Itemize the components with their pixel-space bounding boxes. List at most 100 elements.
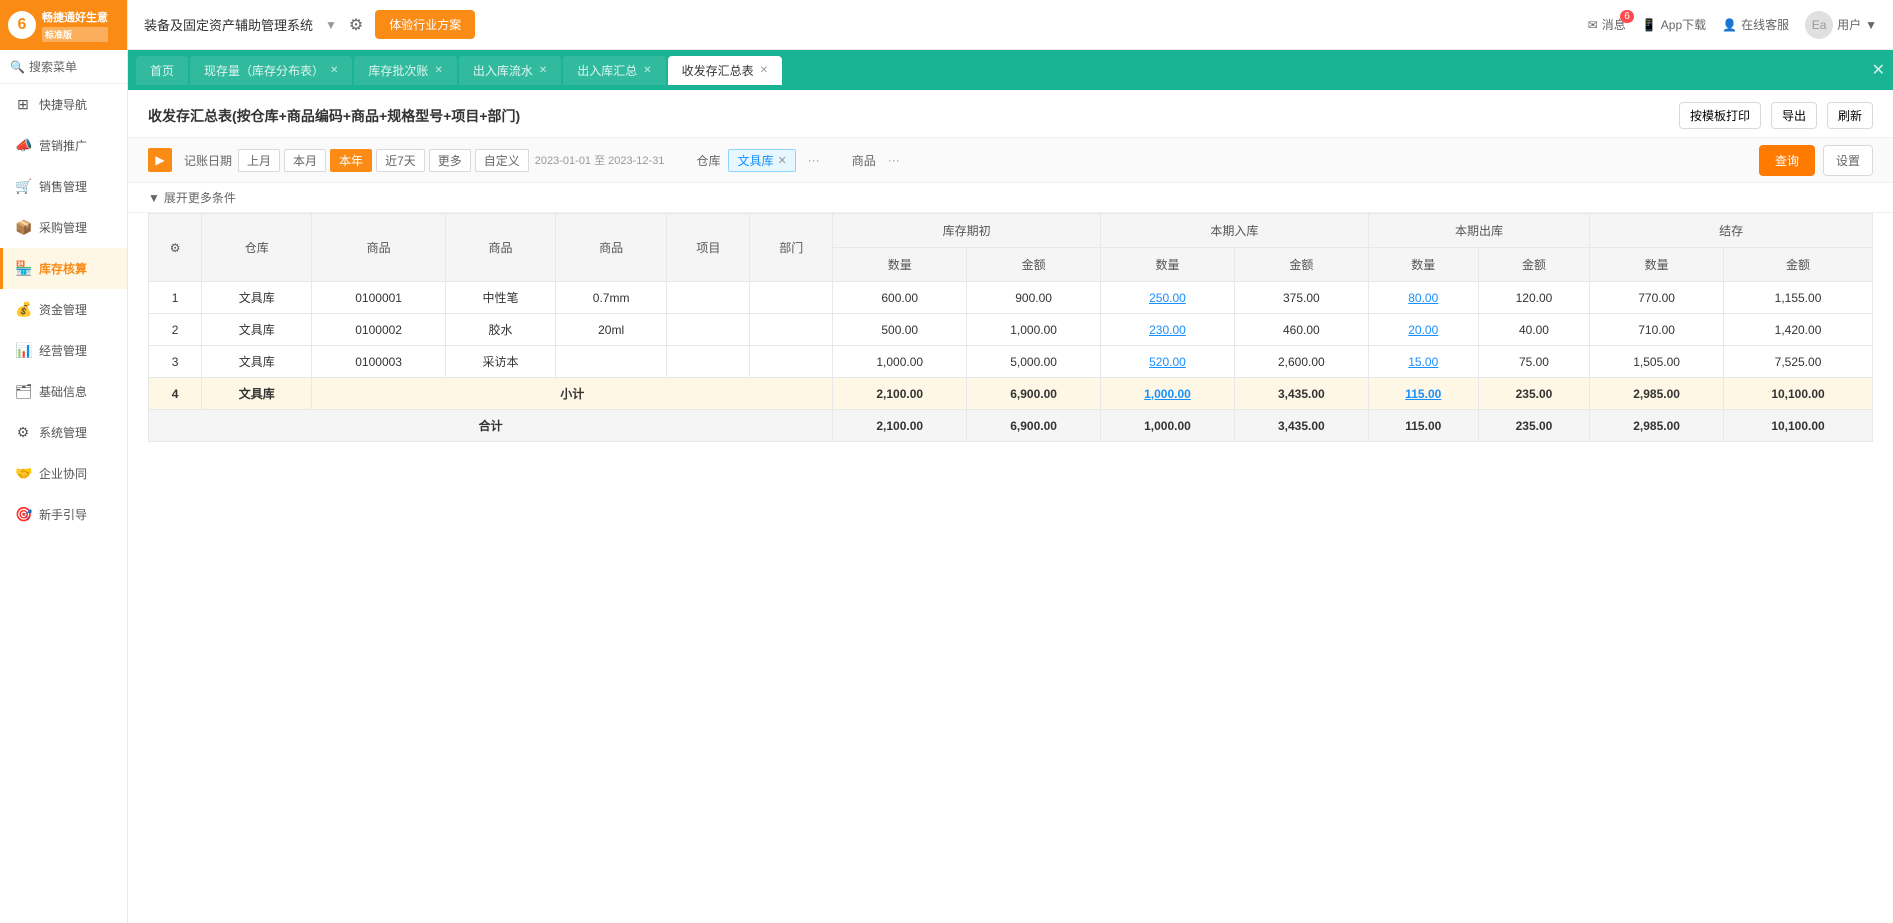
subtotal-in-qty-link[interactable]: 1,000.00 [1144,387,1191,401]
col-in-qty: 数量 [1101,248,1235,282]
col-warehouse: 仓库 [202,214,312,282]
row-bal-qty: 1,505.00 [1590,346,1724,378]
message-icon: ✉ [1588,18,1598,32]
print-button[interactable]: 按模板打印 [1679,102,1761,129]
date-btn-more[interactable]: 更多 [429,149,471,172]
online-service-button[interactable]: 👤 在线客服 [1722,16,1789,33]
date-range-display: 2023-01-01 至 2023-12-31 [535,152,665,168]
query-button[interactable]: 查询 [1759,145,1815,176]
subtotal-out-qty[interactable]: 115.00 [1368,378,1478,410]
date-btn-last-month[interactable]: 上月 [238,149,280,172]
sidebar-item-finance[interactable]: 💰 资金管理 [0,289,127,330]
date-btn-7days[interactable]: 近7天 [376,149,425,172]
warehouse-more-button[interactable]: ··· [804,153,824,167]
out-qty-link[interactable]: 80.00 [1408,291,1438,305]
tab-close-inout-summary[interactable]: ✕ [643,65,651,76]
filter-setting-button[interactable]: 设置 [1823,145,1873,176]
trial-button[interactable]: 体验行业方案 [375,10,475,39]
sidebar-item-marketing[interactable]: 📣 营销推广 [0,125,127,166]
sidebar-item-quick-nav[interactable]: ⊞ 快捷导航 [0,84,127,125]
sidebar-item-basic[interactable]: 🗂 基础信息 [0,371,127,412]
date-btn-this-year[interactable]: 本年 [330,149,372,172]
message-button[interactable]: ✉ 消息 6 [1588,16,1626,33]
service-icon: 👤 [1722,18,1737,32]
app-download-button[interactable]: 📱 App下载 [1642,16,1706,33]
goods-more-button[interactable]: ··· [884,153,904,167]
row-warehouse: 文具库 [202,346,312,378]
row-in-qty[interactable]: 250.00 [1101,282,1235,314]
date-btn-this-month[interactable]: 本月 [284,149,326,172]
tab-stock-dist[interactable]: 现存量（库存分布表） ✕ [190,56,352,85]
subtotal-out-qty-link[interactable]: 115.00 [1405,387,1441,401]
col-bal-amt: 金额 [1724,248,1873,282]
row-in-amt: 375.00 [1234,282,1368,314]
subtotal-in-qty[interactable]: 1,000.00 [1101,378,1235,410]
tab-inout-summary[interactable]: 出入库汇总 ✕ [563,56,665,85]
row-dept [750,346,833,378]
main-content: 装备及固定资产辅助管理系统 ▼ ⚙ 体验行业方案 ✉ 消息 6 📱 App下载 … [128,0,1893,923]
search-menu[interactable]: 🔍 搜索菜单 [0,50,127,84]
sidebar-item-sales[interactable]: 🛒 销售管理 [0,166,127,207]
row-bal-qty: 710.00 [1590,314,1724,346]
row-dept [750,282,833,314]
total-out-qty: 115.00 [1368,410,1478,442]
warehouse-tag[interactable]: 文具库 ✕ [728,149,795,172]
basic-icon: 🗂 [15,383,31,400]
row-open-amt: 1,000.00 [967,314,1101,346]
subtotal-bal-amt: 10,100.00 [1724,378,1873,410]
tab-close-stock-dist[interactable]: ✕ [330,65,338,76]
sidebar-item-purchase[interactable]: 📦 采购管理 [0,207,127,248]
goods-filter-label: 商品 [852,152,876,169]
sidebar-item-inventory[interactable]: 🏪 库存核算 [0,248,127,289]
export-button[interactable]: 导出 [1771,102,1817,129]
row-out-qty[interactable]: 20.00 [1368,314,1478,346]
tab-close-recv-send[interactable]: ✕ [760,65,768,76]
out-qty-link[interactable]: 15.00 [1408,355,1438,369]
row-num: 1 [149,282,202,314]
expand-conditions-button[interactable]: ▼ 展开更多条件 [148,189,1873,206]
tab-inout-flow[interactable]: 出入库流水 ✕ [459,56,561,85]
row-bal-qty: 770.00 [1590,282,1724,314]
subtotal-in-amt: 3,435.00 [1234,378,1368,410]
warehouse-tag-remove-icon[interactable]: ✕ [777,154,786,167]
user-button[interactable]: Ea 用户 ▼ [1805,11,1877,39]
row-code: 0100003 [312,346,446,378]
tab-close-inout-flow[interactable]: ✕ [539,65,547,76]
page-title: 收发存汇总表(按仓库+商品编码+商品+规格型号+项目+部门) [148,106,520,126]
table-settings-icon[interactable]: ⚙ [170,241,181,255]
tab-close-batch[interactable]: ✕ [434,65,442,76]
row-project [667,314,750,346]
row-dept [750,314,833,346]
row-in-qty[interactable]: 520.00 [1101,346,1235,378]
col-settings[interactable]: ⚙ [149,214,202,282]
tab-recv-send[interactable]: 收发存汇总表 ✕ [668,56,782,85]
operations-icon: 📊 [15,342,31,359]
sales-icon: 🛒 [15,178,31,195]
refresh-button[interactable]: 刷新 [1827,102,1873,129]
tab-home[interactable]: 首页 [136,56,188,85]
settings-gear-icon[interactable]: ⚙ [349,15,363,35]
sidebar-nav: ⊞ 快捷导航 📣 营销推广 🛒 销售管理 📦 采购管理 🏪 库存核算 💰 资金管… [0,84,127,923]
in-qty-link[interactable]: 250.00 [1149,291,1186,305]
system-title: 装备及固定资产辅助管理系统 [144,15,313,34]
row-name: 中性笔 [446,282,556,314]
sidebar-item-operations[interactable]: 📊 经营管理 [0,330,127,371]
close-all-tabs-icon[interactable]: ✕ [1872,60,1885,80]
row-in-qty[interactable]: 230.00 [1101,314,1235,346]
row-out-qty[interactable]: 80.00 [1368,282,1478,314]
row-out-qty[interactable]: 15.00 [1368,346,1478,378]
filter-toggle-button[interactable]: ▶ [148,148,172,172]
in-qty-link[interactable]: 230.00 [1149,323,1186,337]
sidebar-item-system[interactable]: ⚙ 系统管理 [0,412,127,453]
row-code: 0100001 [312,282,446,314]
out-qty-link[interactable]: 20.00 [1408,323,1438,337]
in-qty-link[interactable]: 520.00 [1149,355,1186,369]
total-label: 合计 [149,410,833,442]
row-spec: 20ml [555,314,666,346]
sidebar-item-enterprise[interactable]: 🤝 企业协同 [0,453,127,494]
date-btn-custom[interactable]: 自定义 [475,149,529,172]
topbar: 装备及固定资产辅助管理系统 ▼ ⚙ 体验行业方案 ✉ 消息 6 📱 App下载 … [128,0,1893,50]
sidebar-item-guide[interactable]: 🎯 新手引导 [0,494,127,535]
row-open-amt: 900.00 [967,282,1101,314]
tab-batch[interactable]: 库存批次账 ✕ [354,56,456,85]
